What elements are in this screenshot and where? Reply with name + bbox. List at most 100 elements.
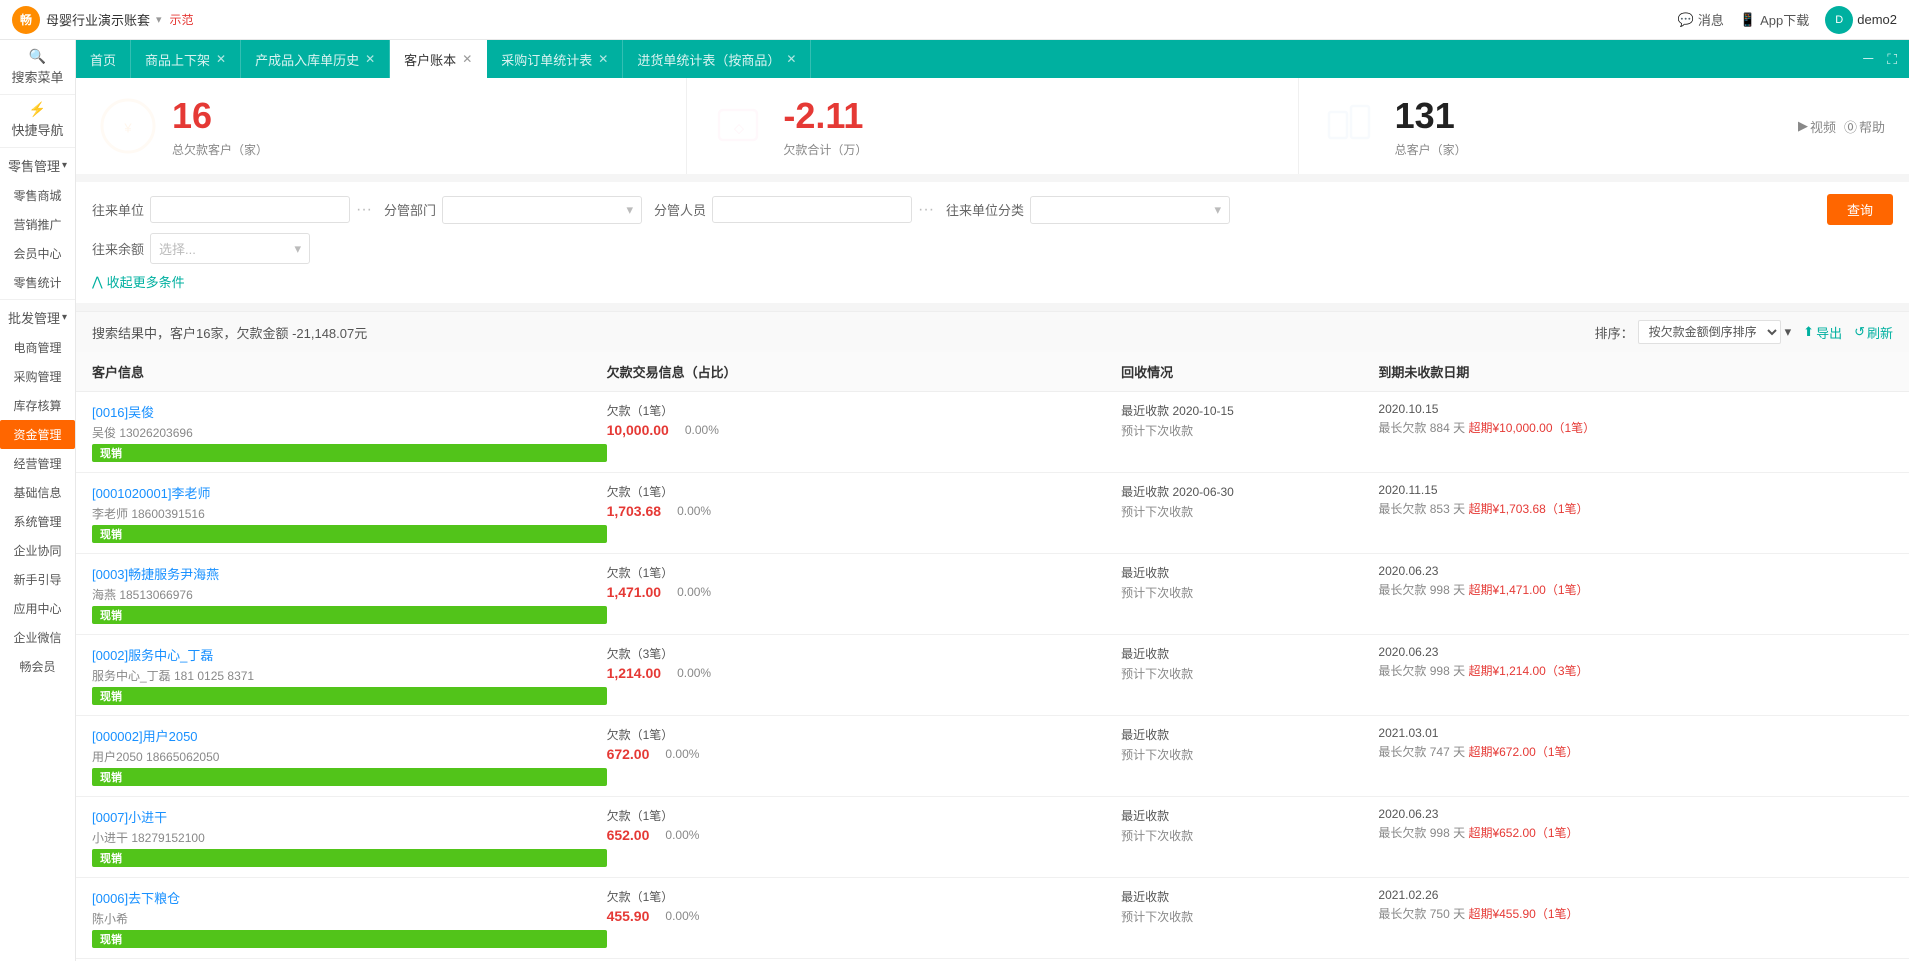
tab-purchase-stat[interactable]: 采购订单统计表 ✕ xyxy=(487,40,623,78)
owe-info-6: 欠款（1笔） 455.90 0.00% xyxy=(607,888,1122,924)
tab-customer[interactable]: 客户账本 ✕ xyxy=(390,40,487,78)
overdue-link-3[interactable]: 超期¥1,214.00（3笔） xyxy=(1468,664,1588,678)
debt-amount-info: -2.11 欠款合计（万） xyxy=(783,94,867,158)
owe-percent-4: 0.00% xyxy=(665,747,699,761)
customer-name-0[interactable]: [0016]吴俊 xyxy=(92,402,607,421)
nav-link[interactable]: 示范 xyxy=(170,11,194,28)
sidebar-item-finance[interactable]: 资金管理 xyxy=(0,420,75,449)
refresh-icon: ↺ xyxy=(1854,324,1865,340)
sidebar-item-inventory[interactable]: 库存核算 xyxy=(0,391,75,420)
due-info-4: 2021.03.01 最长欠款 747 天 超期¥672.00（1笔） xyxy=(1378,726,1893,760)
overdue-link-2[interactable]: 超期¥1,471.00（1笔） xyxy=(1468,583,1588,597)
customer-contact-2: 海燕 18513066976 xyxy=(92,586,607,603)
sidebar-item-quick[interactable]: ⚡ 快捷导航 xyxy=(0,95,75,145)
results-summary: 搜索结果中，客户16家，欠款金额 -21,148.07元 xyxy=(92,323,367,342)
sidebar-item-ecommerce[interactable]: 电商管理 xyxy=(0,333,75,362)
table-row: [0003]畅捷服务尹海燕 海燕 18513066976 现销 欠款（1笔） 1… xyxy=(76,554,1909,635)
source-unit-dots[interactable]: ··· xyxy=(356,201,372,219)
col-header-owe: 欠款交易信息（占比） xyxy=(607,362,1122,381)
owe-amount-3[interactable]: 1,214.00 xyxy=(607,665,662,681)
owe-amount-5[interactable]: 652.00 xyxy=(607,827,650,843)
tab-home[interactable]: 首页 xyxy=(76,40,131,78)
tab-goods-close[interactable]: ✕ xyxy=(216,52,226,66)
tab-production[interactable]: 产成品入库单历史 ✕ xyxy=(241,40,390,78)
sidebar-item-vip[interactable]: 畅会员 xyxy=(0,652,75,681)
tab-import-stat[interactable]: 进货单统计表（按商品） ✕ xyxy=(623,40,811,78)
tab-import-stat-close[interactable]: ✕ xyxy=(786,52,796,66)
filter-person: 分管人员 ··· xyxy=(654,196,934,223)
sidebar-item-retail-shop[interactable]: 零售商城 xyxy=(0,181,75,210)
table-row: [0007]小进干 小进干 18279152100 现销 欠款（1笔） 652.… xyxy=(76,797,1909,878)
tab-maximize-btn[interactable]: ⛶ xyxy=(1883,49,1901,70)
owe-amount-2[interactable]: 1,471.00 xyxy=(607,584,662,600)
export-button[interactable]: ⬆ 导出 xyxy=(1803,323,1842,342)
message-btn[interactable]: 💬 消息 xyxy=(1678,10,1724,29)
tab-goods[interactable]: 商品上下架 ✕ xyxy=(131,40,241,78)
sidebar: 🔍 搜索菜单 ⚡ 快捷导航 零售管理 ▾ 零售商城 营销推广 会员中心 零售统计… xyxy=(0,40,76,961)
tab-customer-close[interactable]: ✕ xyxy=(462,52,472,66)
sidebar-item-ops[interactable]: 经营管理 xyxy=(0,449,75,478)
tab-minimize-btn[interactable]: － xyxy=(1857,47,1879,71)
owe-amount-1[interactable]: 1,703.68 xyxy=(607,503,662,519)
overdue-link-4[interactable]: 超期¥672.00（1笔） xyxy=(1468,745,1578,759)
sidebar-item-basic[interactable]: 基础信息 xyxy=(0,478,75,507)
sidebar-item-search[interactable]: 🔍 搜索菜单 xyxy=(0,40,75,95)
customer-name-2[interactable]: [0003]畅捷服务尹海燕 xyxy=(92,564,607,583)
due-info-6: 2021.02.26 最长欠款 750 天 超期¥455.90（1笔） xyxy=(1378,888,1893,922)
tab-purchase-stat-close[interactable]: ✕ xyxy=(598,52,608,66)
customer-name-1[interactable]: [0001020001]李老师 xyxy=(92,483,607,502)
collapse-button[interactable]: ⋀ 收起更多条件 xyxy=(92,272,1893,291)
view-video-btn[interactable]: ▶ 视频 xyxy=(1798,117,1836,136)
source-unit-input[interactable] xyxy=(150,196,350,223)
stat-card-debt-amount: ◇ -2.11 欠款合计（万） xyxy=(687,78,1298,174)
overdue-link-5[interactable]: 超期¥652.00（1笔） xyxy=(1468,826,1578,840)
unit-category-select[interactable]: ▾ xyxy=(1030,196,1230,224)
refresh-button[interactable]: ↺ 刷新 xyxy=(1854,323,1893,342)
sidebar-item-batch-mgmt[interactable]: 批发管理 ▾ xyxy=(0,302,75,333)
sidebar-item-retail-stat[interactable]: 零售统计 xyxy=(0,268,75,297)
customer-info-6: [0006]去下粮仓 陈小希 现销 xyxy=(92,888,607,948)
overdue-link-0[interactable]: 超期¥10,000.00（1笔） xyxy=(1468,421,1595,435)
overdue-link-1[interactable]: 超期¥1,703.68（1笔） xyxy=(1468,502,1588,516)
table-row-cells: [0003]畅捷服务尹海燕 海燕 18513066976 现销 欠款（1笔） 1… xyxy=(76,554,1909,634)
customer-name-6[interactable]: [0006]去下粮仓 xyxy=(92,888,607,907)
person-dots[interactable]: ··· xyxy=(918,201,934,219)
user-area[interactable]: D demo2 xyxy=(1825,6,1897,34)
sidebar-item-apps[interactable]: 应用中心 xyxy=(0,594,75,623)
sidebar-item-retail-mgmt[interactable]: 零售管理 ▾ xyxy=(0,150,75,181)
app-download-btn[interactable]: 📱 App下载 xyxy=(1740,10,1809,29)
customer-name-5[interactable]: [0007]小进干 xyxy=(92,807,607,826)
overdue-link-6[interactable]: 超期¥455.90（1笔） xyxy=(1468,907,1578,921)
collection-info-0: 最近收款 2020-10-15 预计下次收款 xyxy=(1121,402,1378,439)
balance-placeholder: 选择... xyxy=(159,239,294,258)
owe-amount-4[interactable]: 672.00 xyxy=(607,746,650,762)
col-header-collection: 回收情况 xyxy=(1121,362,1378,381)
sidebar-item-guide[interactable]: 新手引导 xyxy=(0,565,75,594)
help-btn[interactable]: ⓪ 帮助 xyxy=(1844,117,1885,136)
tab-production-close[interactable]: ✕ xyxy=(365,52,375,66)
sidebar-item-member[interactable]: 会员中心 xyxy=(0,239,75,268)
customer-name-4[interactable]: [000002]用户2050 xyxy=(92,726,607,745)
balance-select[interactable]: 选择... ▾ xyxy=(150,233,310,264)
sidebar-item-purchase[interactable]: 采购管理 xyxy=(0,362,75,391)
owe-amount-6[interactable]: 455.90 xyxy=(607,908,650,924)
customer-name-3[interactable]: [0002]服务中心_丁磊 xyxy=(92,645,607,664)
sidebar-item-corp[interactable]: 企业协同 xyxy=(0,536,75,565)
dept-select[interactable]: ▾ xyxy=(442,196,642,224)
sort-select[interactable]: 按欠款金额倒序排序 xyxy=(1638,320,1781,344)
customer-contact-0: 吴俊 13026203696 xyxy=(92,424,607,441)
video-icon: ▶ xyxy=(1798,118,1808,134)
unit-category-label: 往来单位分类 xyxy=(946,200,1024,219)
sidebar-item-wechat[interactable]: 企业微信 xyxy=(0,623,75,652)
search-button[interactable]: 查询 xyxy=(1827,194,1893,225)
owe-count-5: 欠款（1笔） xyxy=(607,807,674,824)
owe-amount-0[interactable]: 10,000.00 xyxy=(607,422,669,438)
sidebar-item-marketing[interactable]: 营销推广 xyxy=(0,210,75,239)
app-icon: 📱 xyxy=(1740,12,1756,28)
person-input[interactable] xyxy=(712,196,912,223)
company-dropdown-icon[interactable]: ▾ xyxy=(156,13,162,26)
owe-row-0: 欠款（1笔） xyxy=(607,402,1122,419)
owe-row-4: 欠款（1笔） xyxy=(607,726,1122,743)
sidebar-item-system[interactable]: 系统管理 xyxy=(0,507,75,536)
table-row: [0001020001]李老师 李老师 18600391516 现销 欠款（1笔… xyxy=(76,473,1909,554)
